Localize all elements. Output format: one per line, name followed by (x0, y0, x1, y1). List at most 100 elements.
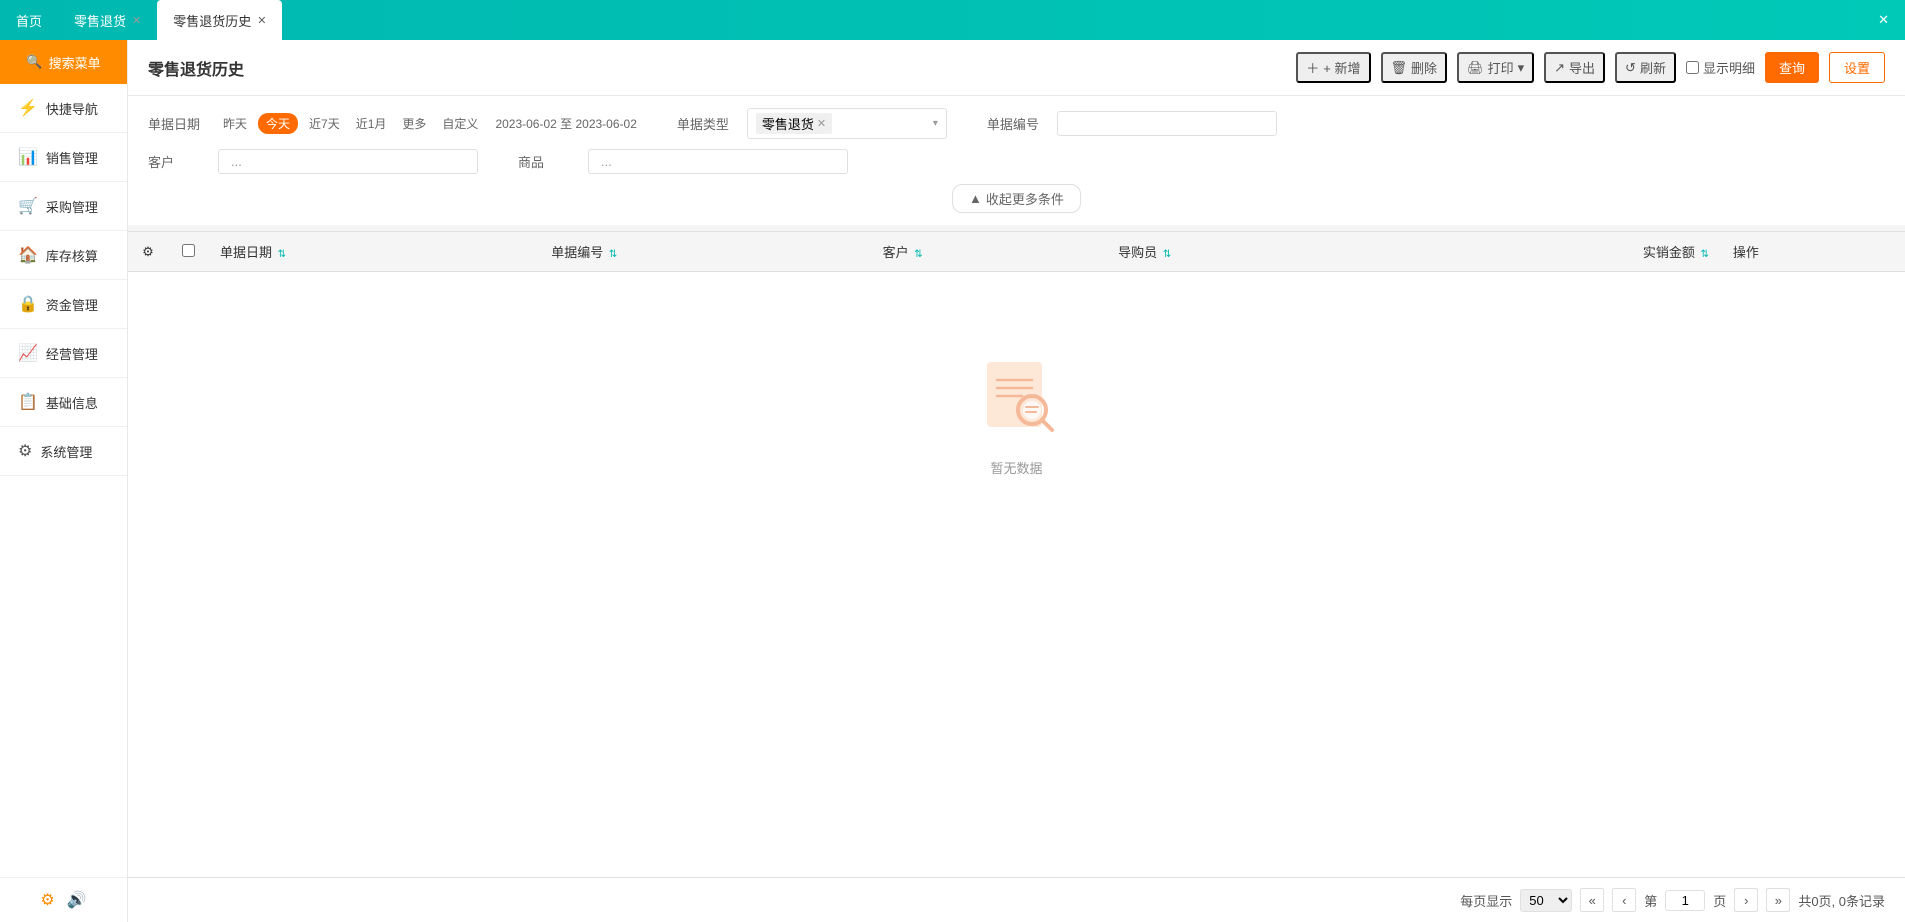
prev-page-button[interactable]: ‹ (1612, 888, 1636, 912)
finance-mgmt-icon: 🔒 (18, 294, 38, 314)
export-button[interactable]: ↗ 导出 (1544, 52, 1605, 83)
sidebar-item-operations-mgmt[interactable]: 📈 经营管理 (0, 329, 127, 378)
setting-button[interactable]: 设置 (1829, 52, 1885, 83)
settings-bottom-icon[interactable]: ⚙ (40, 890, 54, 910)
display-detail-label: 显示明细 (1703, 58, 1755, 77)
voucher-type-tag: 零售退货 ✕ (756, 113, 832, 134)
display-detail-checkbox[interactable] (1686, 61, 1699, 74)
th-amount-sort-icon[interactable]: ⇅ (1701, 249, 1709, 260)
date-option-7days[interactable]: 近7天 (304, 113, 345, 134)
filter-area: 单据日期 昨天 今天 近7天 近1月 更多 自定义 2023-06-02 至 2… (128, 96, 1905, 225)
new-label: + 新增 (1323, 58, 1360, 77)
query-button[interactable]: 查询 (1765, 52, 1819, 83)
voucher-type-label: 单据类型 (677, 114, 747, 133)
date-range-display: 2023-06-02 至 2023-06-02 (495, 115, 636, 132)
th-date-label: 单据日期 (220, 245, 272, 260)
th-customer-label: 客户 (883, 245, 909, 260)
goods-dots: ... (601, 154, 612, 169)
th-no-sort-icon[interactable]: ⇅ (609, 249, 617, 260)
voucher-type-clear-icon[interactable]: ✕ (817, 117, 826, 130)
delete-icon: 🗑 (1391, 60, 1408, 76)
voucher-no-input[interactable] (1057, 111, 1277, 136)
print-arrow-icon: ▾ (1518, 60, 1525, 76)
tab-retail-return-close[interactable]: ✕ (132, 14, 141, 27)
tab-home[interactable]: 首页 (0, 0, 58, 40)
sidebar-item-purchase-mgmt[interactable]: 🛒 采购管理 (0, 182, 127, 231)
page-number-prefix: 第 (1644, 891, 1657, 910)
toolbar: ＋ + 新增 🗑 删除 🖨 打印 ▾ ↗ 导出 ↺ (1296, 52, 1885, 83)
display-toggle[interactable]: 显示明细 (1686, 58, 1755, 77)
voucher-no-label: 单据编号 (987, 114, 1057, 133)
th-date-sort-icon[interactable]: ⇅ (278, 249, 286, 260)
page-number-suffix: 页 (1713, 891, 1726, 910)
sidebar-item-inventory-label: 库存核算 (46, 246, 98, 265)
collapse-row: ▲ 收起更多条件 (148, 184, 1885, 213)
sidebar-bottom: ⚙ 🔊 (0, 877, 127, 922)
sidebar-item-finance-mgmt-label: 资金管理 (46, 295, 98, 314)
th-date: 单据日期 ⇅ (208, 232, 539, 272)
sidebar-item-sales-mgmt-label: 销售管理 (46, 148, 98, 167)
th-settings[interactable]: ⚙ (128, 232, 168, 272)
new-button[interactable]: ＋ + 新增 (1296, 52, 1370, 83)
sidebar-item-quick-nav[interactable]: ⚡ 快捷导航 (0, 84, 127, 133)
tab-retail-return-history[interactable]: 零售退货历史 ✕ (157, 0, 282, 40)
operations-mgmt-icon: 📈 (18, 343, 38, 363)
th-amount: 实销金额 ⇅ (1390, 232, 1721, 272)
pagination-bar: 每页显示 20 50 100 « ‹ 第 页 › » 共0页, 0条记录 (128, 877, 1905, 922)
settings-icon[interactable]: ⚙ (142, 244, 154, 259)
page-number-input[interactable] (1665, 890, 1705, 911)
speaker-icon[interactable]: 🔊 (67, 890, 87, 910)
date-option-more[interactable]: 更多 (397, 113, 431, 134)
main-layout: 🔍 搜索菜单 ⚡ 快捷导航 📊 销售管理 🛒 采购管理 🏠 库存核算 🔒 资金管… (0, 40, 1905, 922)
tab-retail-return-history-close[interactable]: ✕ (257, 14, 266, 27)
refresh-button[interactable]: ↺ 刷新 (1615, 52, 1676, 83)
date-option-yesterday[interactable]: 昨天 (218, 113, 252, 134)
th-customer-sort-icon[interactable]: ⇅ (914, 249, 922, 260)
sidebar-item-finance-mgmt[interactable]: 🔒 资金管理 (0, 280, 127, 329)
th-guide-sort-icon[interactable]: ⇅ (1163, 249, 1171, 260)
sidebar-search[interactable]: 🔍 搜索菜单 (0, 40, 127, 84)
collapse-up-icon: ▲ (969, 191, 982, 206)
goods-select[interactable]: ... (588, 149, 848, 174)
last-page-button[interactable]: » (1766, 888, 1790, 912)
sidebar-item-basic-info-label: 基础信息 (46, 393, 98, 412)
th-amount-label: 实销金额 (1643, 245, 1695, 260)
customer-select[interactable]: ... (218, 149, 478, 174)
page-header: 零售退货历史 ＋ + 新增 🗑 删除 🖨 打印 ▾ ↗ 导出 (128, 40, 1905, 96)
page-size-select[interactable]: 20 50 100 (1520, 889, 1572, 912)
prev-page-icon: ‹ (1622, 893, 1626, 908)
voucher-type-arrow-icon: ▾ (933, 118, 938, 129)
first-page-button[interactable]: « (1580, 888, 1604, 912)
next-page-button[interactable]: › (1734, 888, 1758, 912)
search-icon: 🔍 (26, 54, 42, 70)
goods-filter-label: 商品 (518, 152, 588, 171)
print-button[interactable]: 🖨 打印 ▾ (1457, 52, 1534, 83)
delete-button[interactable]: 🗑 删除 (1381, 52, 1448, 83)
sidebar-item-inventory[interactable]: 🏠 库存核算 (0, 231, 127, 280)
date-filter-label: 单据日期 (148, 114, 218, 133)
quick-nav-icon: ⚡ (18, 98, 38, 118)
date-option-today[interactable]: 今天 (258, 113, 298, 134)
select-all-checkbox[interactable] (182, 244, 195, 257)
voucher-type-select[interactable]: 零售退货 ✕ ▾ (747, 108, 947, 139)
refresh-icon: ↺ (1625, 60, 1636, 76)
date-option-1month[interactable]: 近1月 (351, 113, 392, 134)
export-label: 导出 (1569, 58, 1595, 77)
tab-retail-return[interactable]: 零售退货 ✕ (58, 0, 157, 40)
sidebar-item-basic-info[interactable]: 📋 基础信息 (0, 378, 127, 427)
tab-list: 首页 零售退货 ✕ 零售退货历史 ✕ (0, 0, 1878, 40)
content-area: 零售退货历史 ＋ + 新增 🗑 删除 🖨 打印 ▾ ↗ 导出 (128, 40, 1905, 922)
date-option-custom[interactable]: 自定义 (437, 113, 483, 134)
window-close-button[interactable]: ✕ (1878, 12, 1905, 28)
sidebar-item-quick-nav-label: 快捷导航 (46, 99, 98, 118)
print-label: 打印 (1488, 58, 1514, 77)
table-header-row: ⚙ 单据日期 ⇅ 单据编号 ⇅ (128, 232, 1905, 272)
sidebar-item-sys-mgmt[interactable]: ⚙ 系统管理 (0, 427, 127, 476)
th-check[interactable] (168, 232, 208, 272)
last-page-icon: » (1775, 893, 1782, 908)
purchase-mgmt-icon: 🛒 (18, 196, 38, 216)
sidebar-item-sales-mgmt[interactable]: 📊 销售管理 (0, 133, 127, 182)
collapse-button[interactable]: ▲ 收起更多条件 (952, 184, 1081, 213)
sales-mgmt-icon: 📊 (18, 147, 38, 167)
sidebar-search-label: 搜索菜单 (49, 53, 101, 72)
